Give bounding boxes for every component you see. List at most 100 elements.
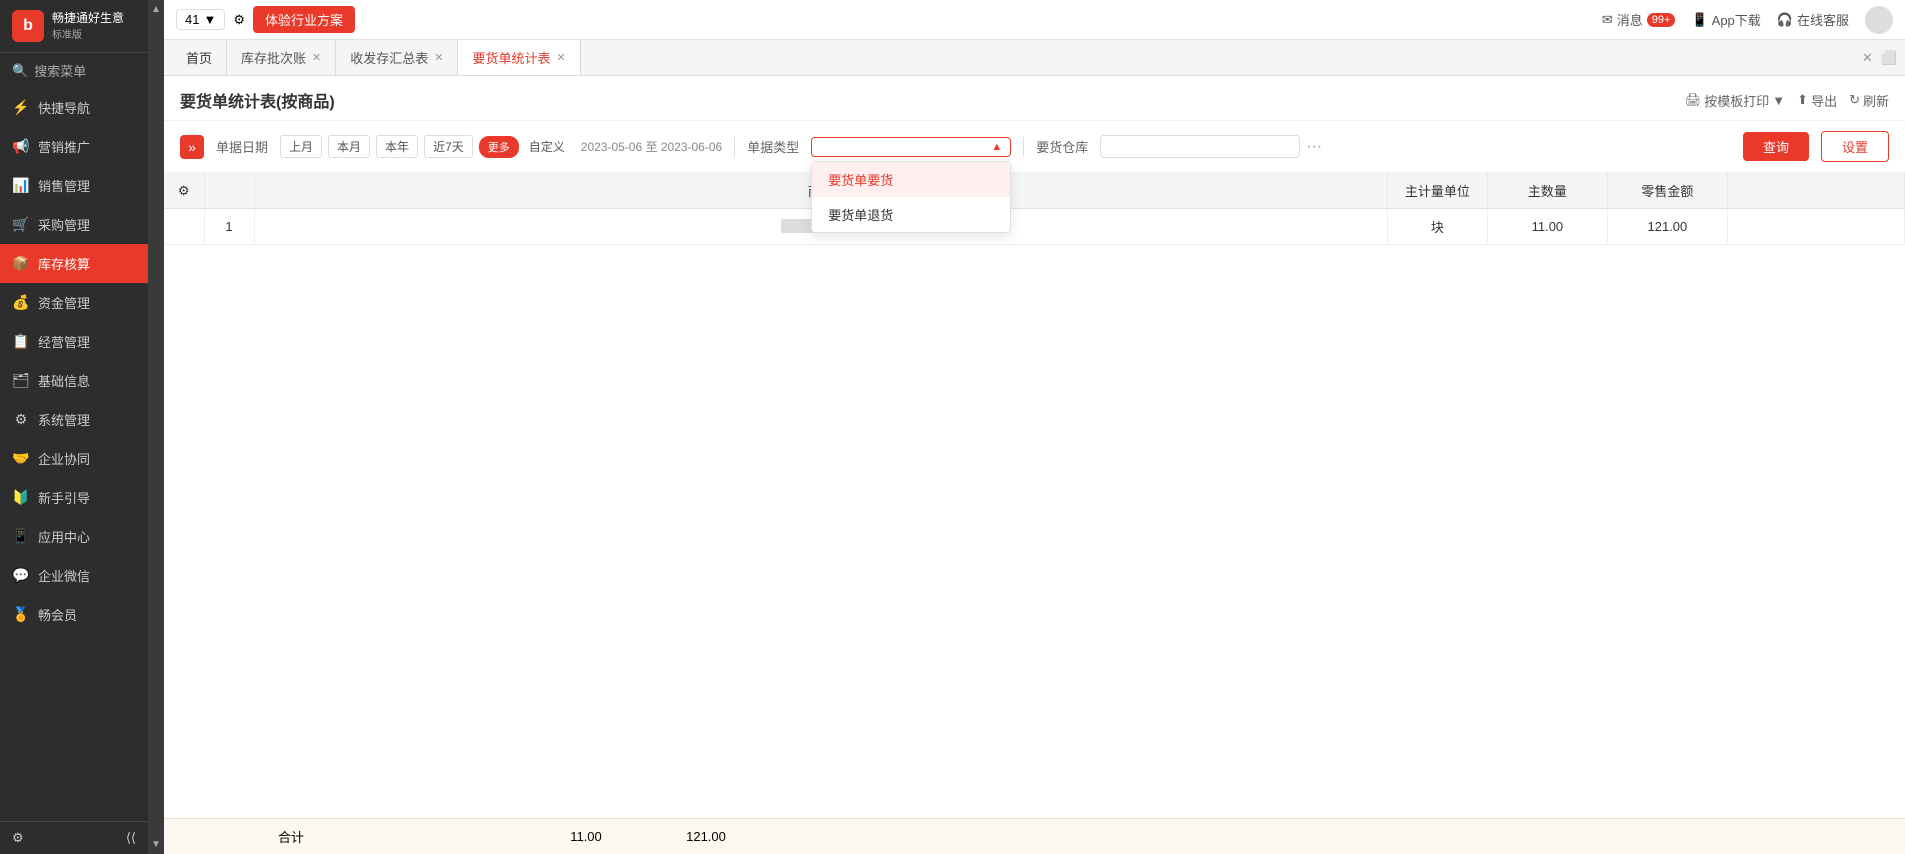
sidebar-item-inventory[interactable]: 📦 库存核算 (0, 244, 148, 283)
app-icon: 📱 (1691, 12, 1707, 28)
settings-icon-header[interactable]: ⚙ (233, 12, 245, 28)
date-label: 单据日期 (216, 137, 268, 156)
logo-sub: 标准版 (52, 26, 124, 41)
date-btn-this-year[interactable]: 本年 (376, 135, 418, 158)
online-service-btn[interactable]: 🎧 在线客服 (1777, 10, 1849, 29)
nav-label-operations: 经营管理 (38, 332, 90, 351)
date-btn-this-month[interactable]: 本月 (328, 135, 370, 158)
sidebar-item-operations[interactable]: 📋经营管理 (0, 322, 148, 361)
filter-expand-btn[interactable]: » (180, 135, 204, 159)
refresh-action[interactable]: ↻ 刷新 (1849, 91, 1889, 110)
dropdown-item-purchase_order[interactable]: 要货单要货 (812, 162, 1010, 197)
avatar[interactable] (1865, 6, 1893, 34)
set-btn[interactable]: 设置 (1821, 131, 1889, 162)
logo-title: 畅捷通好生意 (52, 11, 124, 27)
cell-unit: 块 (1387, 209, 1487, 245)
message-badge: 99+ (1647, 13, 1676, 27)
sidebar-item-purchase[interactable]: 🛒采购管理 (0, 205, 148, 244)
date-btn-last-month[interactable]: 上月 (280, 135, 322, 158)
app-download-btn[interactable]: 📱 App下载 (1691, 10, 1760, 29)
nav-label-appstore: 应用中心 (38, 527, 90, 546)
dropdown-item-return_order[interactable]: 要货单退货 (812, 197, 1010, 232)
cell-qty: 11.00 (1487, 209, 1607, 245)
header-right: ✉ 消息 99+ 📱 App下载 🎧 在线客服 (1602, 6, 1893, 34)
tab-bar-actions: ✕ ⬜ (1862, 50, 1897, 66)
sidebar-item-wechat[interactable]: 💬企业微信 (0, 556, 148, 595)
tab-close-order_stats[interactable]: ✕ (557, 51, 566, 64)
logo-icon: b (12, 10, 44, 42)
nav-icon-system: ⚙ (12, 411, 30, 428)
scroll-down-icon[interactable]: ▼ (151, 839, 161, 850)
online-service-label: 在线客服 (1797, 10, 1849, 29)
col-amount: 零售金额 (1607, 173, 1727, 209)
date-btn-custom[interactable]: 自定义 (525, 136, 569, 157)
doc-type-dropdown: 要货单要货要货单退货 (811, 161, 1011, 233)
warehouse-input[interactable] (1100, 135, 1300, 158)
sidebar-item-base[interactable]: 🗂基础信息 (0, 361, 148, 400)
page-title-bar: 要货单统计表(按商品) 🖨 按模板打印 ▼ ⬆ 导出 ↻ 刷新 (164, 76, 1905, 121)
cell-amount: 121.00 (1607, 209, 1727, 245)
nav-icon-inventory: 📦 (12, 255, 30, 272)
date-range: 2023-05-06 至 2023-06-06 (581, 138, 722, 155)
nav-icon-enterprise: 🤝 (12, 450, 30, 467)
sidebar-item-finance[interactable]: 💰资金管理 (0, 283, 148, 322)
table-footer: 合计 11.00 121.00 (164, 818, 1905, 854)
print-action[interactable]: 🖨 按模板打印 ▼ (1685, 91, 1785, 110)
date-btn-7days[interactable]: 近7天 (424, 135, 473, 158)
export-icon: ⬆ (1797, 92, 1808, 108)
sidebar-item-system[interactable]: ⚙系统管理 (0, 400, 148, 439)
sidebar-item-sales[interactable]: 📊销售管理 (0, 166, 148, 205)
trial-btn[interactable]: 体验行业方案 (253, 6, 355, 33)
tab-close-all-icon[interactable]: ✕ (1862, 50, 1873, 66)
settings-icon[interactable]: ⚙ (12, 830, 24, 846)
collapse-icon[interactable]: ⟨⟨ (126, 830, 136, 846)
tab-close-inventory_batch[interactable]: ✕ (312, 51, 321, 64)
tab-shipment_summary[interactable]: 收发存汇总表✕ (336, 40, 458, 75)
date-btn-more[interactable]: 更多 (479, 136, 519, 158)
nav-label-shortcut: 快捷导航 (38, 98, 90, 117)
col-settings[interactable]: ⚙ (164, 173, 204, 209)
filter-more-icon[interactable]: ··· (1306, 138, 1322, 156)
sidebar-item-appstore[interactable]: 📱应用中心 (0, 517, 148, 556)
sidebar-item-member[interactable]: 🏅畅会员 (0, 595, 148, 634)
nav-label-enterprise: 企业协同 (38, 449, 90, 468)
nav-icon-marketing: 📢 (12, 138, 30, 155)
tab-order_stats[interactable]: 要货单统计表✕ (458, 40, 580, 75)
filter-sep2 (1023, 137, 1024, 157)
filter-bar: » 单据日期 上月 本月 本年 近7天 更多 自定义 2023-05-06 至 … (164, 121, 1905, 173)
tab-home[interactable]: 首页 (172, 40, 227, 75)
message-btn[interactable]: ✉ 消息 99+ (1602, 10, 1676, 29)
nav-icon-member: 🏅 (12, 606, 30, 623)
query-btn[interactable]: 查询 (1743, 132, 1809, 161)
warehouse-label: 要货仓库 (1036, 137, 1088, 156)
sidebar-item-enterprise[interactable]: 🤝 企业协同 (0, 439, 148, 478)
sidebar-item-shortcut[interactable]: ⚡ 快捷导航 (0, 88, 148, 127)
cell-extra (1727, 209, 1904, 245)
search-icon: 🔍 (12, 63, 28, 79)
tab-expand-icon[interactable]: ⬜ (1881, 50, 1897, 66)
doc-type-select[interactable]: ▲ (811, 137, 1011, 157)
export-action[interactable]: ⬆ 导出 (1797, 91, 1837, 110)
table-container: ⚙ 商品 主计量单位 主数量 零售金额 1 块 11.00 121.00 (164, 173, 1905, 818)
store-name: 41 (185, 12, 199, 27)
message-label: 消息 (1617, 10, 1643, 29)
search-menu[interactable]: 🔍 搜索菜单 (0, 53, 148, 88)
nav-label-purchase: 采购管理 (38, 215, 90, 234)
date-quick-btns: 上月 本月 本年 近7天 更多 自定义 (280, 135, 569, 158)
tab-bar: 首页库存批次账✕收发存汇总表✕要货单统计表✕ ✕ ⬜ (164, 40, 1905, 76)
chevron-down-icon: ▼ (203, 12, 216, 27)
nav-icon-shortcut: ⚡ (12, 99, 30, 116)
nav-label-marketing: 营销推广 (38, 137, 90, 156)
tab-inventory_batch[interactable]: 库存批次账✕ (227, 40, 336, 75)
doc-type-dropdown-container: ▲ 要货单要货要货单退货 (811, 137, 1011, 157)
print-label: 按模板打印 (1704, 91, 1769, 110)
sidebar-item-guide[interactable]: 🔰新手引导 (0, 478, 148, 517)
filter-sep (734, 137, 735, 157)
store-selector[interactable]: 41 ▼ (176, 9, 225, 30)
tab-close-shipment_summary[interactable]: ✕ (434, 51, 443, 64)
print-icon: 🖨 (1685, 92, 1702, 108)
tab-label-home: 首页 (186, 48, 212, 67)
nav-label-inventory: 库存核算 (38, 254, 90, 273)
sidebar-item-marketing[interactable]: 📢 营销推广 (0, 127, 148, 166)
scroll-up-icon[interactable]: ▲ (151, 4, 161, 15)
